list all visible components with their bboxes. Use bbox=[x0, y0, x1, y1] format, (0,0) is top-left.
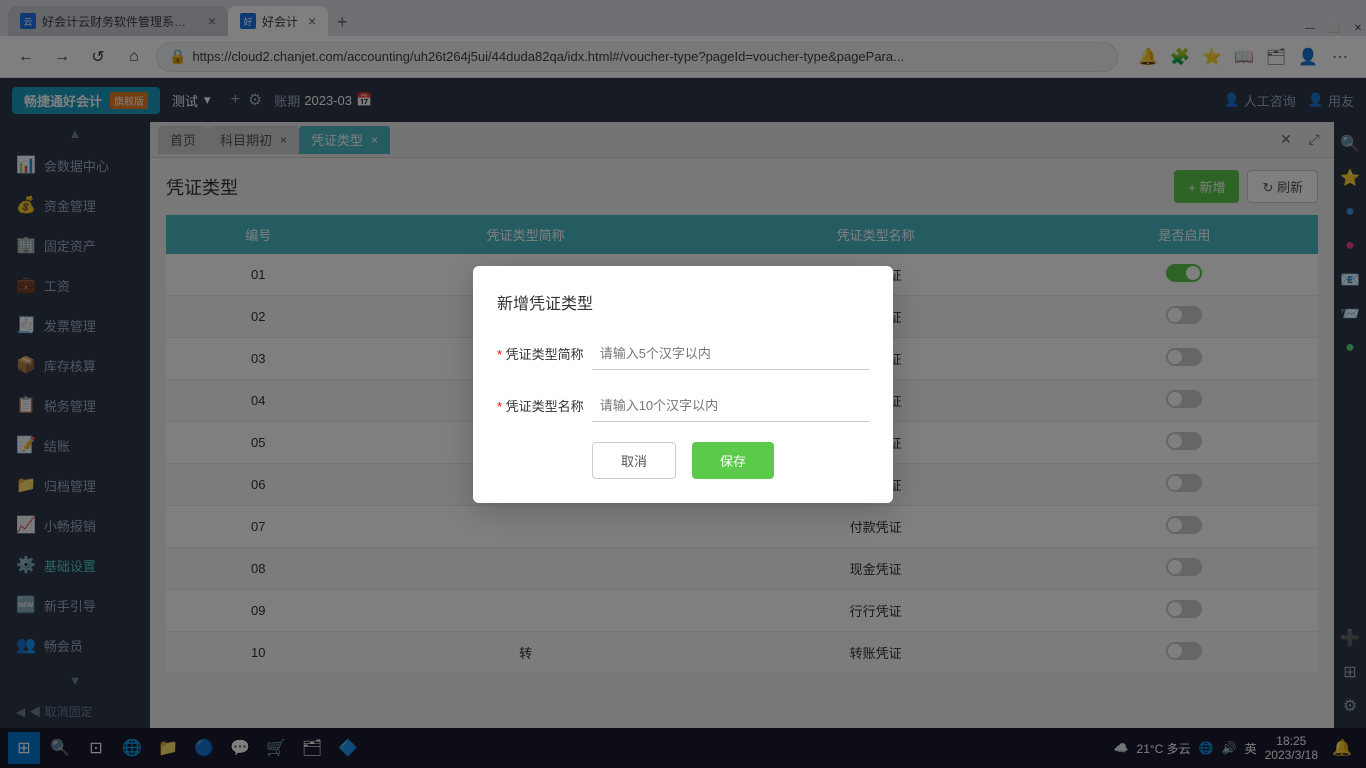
abbr-form-row: 凭证类型简称 bbox=[497, 338, 869, 370]
abbr-label: 凭证类型简称 bbox=[497, 344, 592, 363]
name-label: 凭证类型名称 bbox=[497, 396, 592, 415]
save-button[interactable]: 保存 bbox=[692, 442, 774, 479]
dialog-buttons: 取消 保存 bbox=[497, 442, 869, 479]
name-input[interactable] bbox=[592, 390, 869, 422]
name-form-row: 凭证类型名称 bbox=[497, 390, 869, 422]
abbr-input[interactable] bbox=[592, 338, 869, 370]
add-dialog: 新增凭证类型 凭证类型简称 凭证类型名称 取消 保存 bbox=[473, 266, 893, 503]
cancel-button[interactable]: 取消 bbox=[592, 442, 676, 479]
dialog-title: 新增凭证类型 bbox=[497, 290, 869, 314]
dialog-overlay: 新增凭证类型 凭证类型简称 凭证类型名称 取消 保存 bbox=[0, 0, 1366, 768]
